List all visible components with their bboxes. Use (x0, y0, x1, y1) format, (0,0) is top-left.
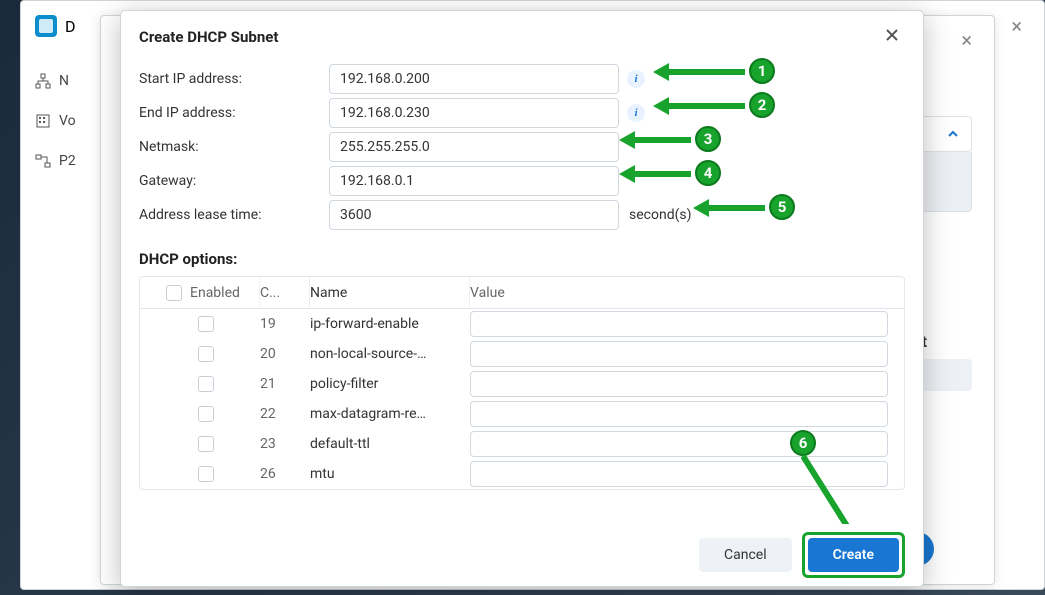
table-row[interactable]: 19ip-forward-enable (140, 309, 904, 339)
row-code: 22 (260, 406, 310, 422)
building-icon (35, 113, 51, 129)
row-name: default-ttl (310, 436, 470, 452)
app-title: D (65, 17, 76, 36)
input-lease[interactable] (329, 200, 619, 230)
table-row[interactable]: 21policy-filter (140, 369, 904, 399)
dhcp-options-title: DHCP options: (139, 250, 905, 268)
annotation-marker-5: 5 (769, 194, 795, 220)
row-code: 23 (260, 436, 310, 452)
tree-icon (35, 73, 51, 89)
row-value-input[interactable] (470, 371, 888, 397)
col-name[interactable]: Name (310, 277, 470, 308)
row-start-ip: Start IP address: i (139, 62, 905, 96)
annotation-arrow-5 (693, 203, 765, 213)
row-name: non-local-source-… (310, 346, 470, 362)
row-checkbox[interactable] (198, 406, 214, 422)
info-icon[interactable]: i (627, 104, 645, 122)
row-code: 26 (260, 466, 310, 482)
info-icon[interactable]: i (627, 70, 645, 88)
dialog-header: Create DHCP Subnet (121, 11, 923, 58)
app-logo-icon (35, 15, 57, 37)
input-gateway[interactable] (329, 166, 619, 196)
edit-close-icon[interactable]: × (953, 28, 980, 52)
row-value-input[interactable] (470, 311, 888, 337)
col-code[interactable]: C... (260, 277, 310, 308)
cancel-button[interactable]: Cancel (699, 538, 792, 572)
row-value-input[interactable] (470, 341, 888, 367)
label-gateway: Gateway: (139, 173, 329, 189)
annotation-marker-2: 2 (749, 92, 775, 118)
dialog-title: Create DHCP Subnet (139, 28, 278, 46)
annotation-marker-4: 4 (695, 160, 721, 186)
table-row[interactable]: 22max-datagram-re… (140, 399, 904, 429)
p2p-icon (35, 153, 51, 169)
label-lease: Address lease time: (139, 207, 329, 223)
col-value[interactable]: Value (470, 277, 904, 308)
row-checkbox[interactable] (198, 466, 214, 482)
checkbox-all[interactable] (166, 285, 182, 301)
annotation-arrow-6 (801, 454, 861, 524)
row-code: 21 (260, 376, 310, 392)
annotation-arrow-4 (619, 169, 691, 179)
row-name: max-datagram-re… (310, 406, 470, 422)
annotation-marker-1: 1 (749, 58, 775, 84)
sidebar-label: Vo (59, 113, 76, 129)
sidebar: N Vo P2 (21, 61, 111, 181)
row-checkbox[interactable] (198, 316, 214, 332)
input-netmask[interactable] (329, 132, 619, 162)
row-checkbox[interactable] (198, 346, 214, 362)
sidebar-label: N (59, 73, 69, 89)
row-code: 19 (260, 316, 310, 332)
annotation-arrow-3 (619, 135, 691, 145)
col-enabled-label: Enabled (190, 285, 240, 301)
row-value-input[interactable] (470, 401, 888, 427)
row-end-ip: End IP address: i (139, 96, 905, 130)
options-table: Enabled C... Name Value 19ip-forward-ena… (139, 276, 905, 490)
create-button[interactable]: Create (808, 538, 899, 572)
annotation-arrow-2 (653, 101, 745, 111)
row-checkbox[interactable] (198, 376, 214, 392)
annotation-arrow-1 (653, 67, 745, 77)
table-row[interactable]: 26mtu (140, 459, 904, 489)
chevron-up-icon (947, 128, 959, 140)
row-name: policy-filter (310, 376, 470, 392)
row-name: ip-forward-enable (310, 316, 470, 332)
sidebar-label: P2 (59, 153, 76, 169)
create-dhcp-dialog: Create DHCP Subnet Start IP address: i E… (120, 10, 924, 587)
row-code: 20 (260, 346, 310, 362)
col-enabled[interactable]: Enabled (140, 277, 260, 308)
unit-seconds: second(s) (629, 207, 691, 223)
input-start-ip[interactable] (329, 64, 619, 94)
label-netmask: Netmask: (139, 139, 329, 155)
options-table-body[interactable]: 19ip-forward-enable20non-local-source-…2… (140, 309, 904, 489)
row-name: mtu (310, 466, 470, 482)
row-gateway: Gateway: (139, 164, 905, 198)
input-end-ip[interactable] (329, 98, 619, 128)
row-netmask: Netmask: (139, 130, 905, 164)
annotation-marker-6: 6 (790, 430, 816, 456)
options-table-header: Enabled C... Name Value (140, 277, 904, 309)
dialog-close-icon[interactable] (879, 25, 905, 48)
dialog-body: Start IP address: i End IP address: i Ne… (121, 58, 923, 524)
table-row[interactable]: 20non-local-source-… (140, 339, 904, 369)
annotation-marker-3: 3 (695, 126, 721, 152)
row-checkbox[interactable] (198, 436, 214, 452)
label-start-ip: Start IP address: (139, 71, 329, 87)
label-end-ip: End IP address: (139, 105, 329, 121)
app-close-icon[interactable]: × (1003, 14, 1030, 38)
dialog-footer: Cancel Create (121, 524, 923, 586)
create-annotation-box: Create (802, 532, 905, 578)
